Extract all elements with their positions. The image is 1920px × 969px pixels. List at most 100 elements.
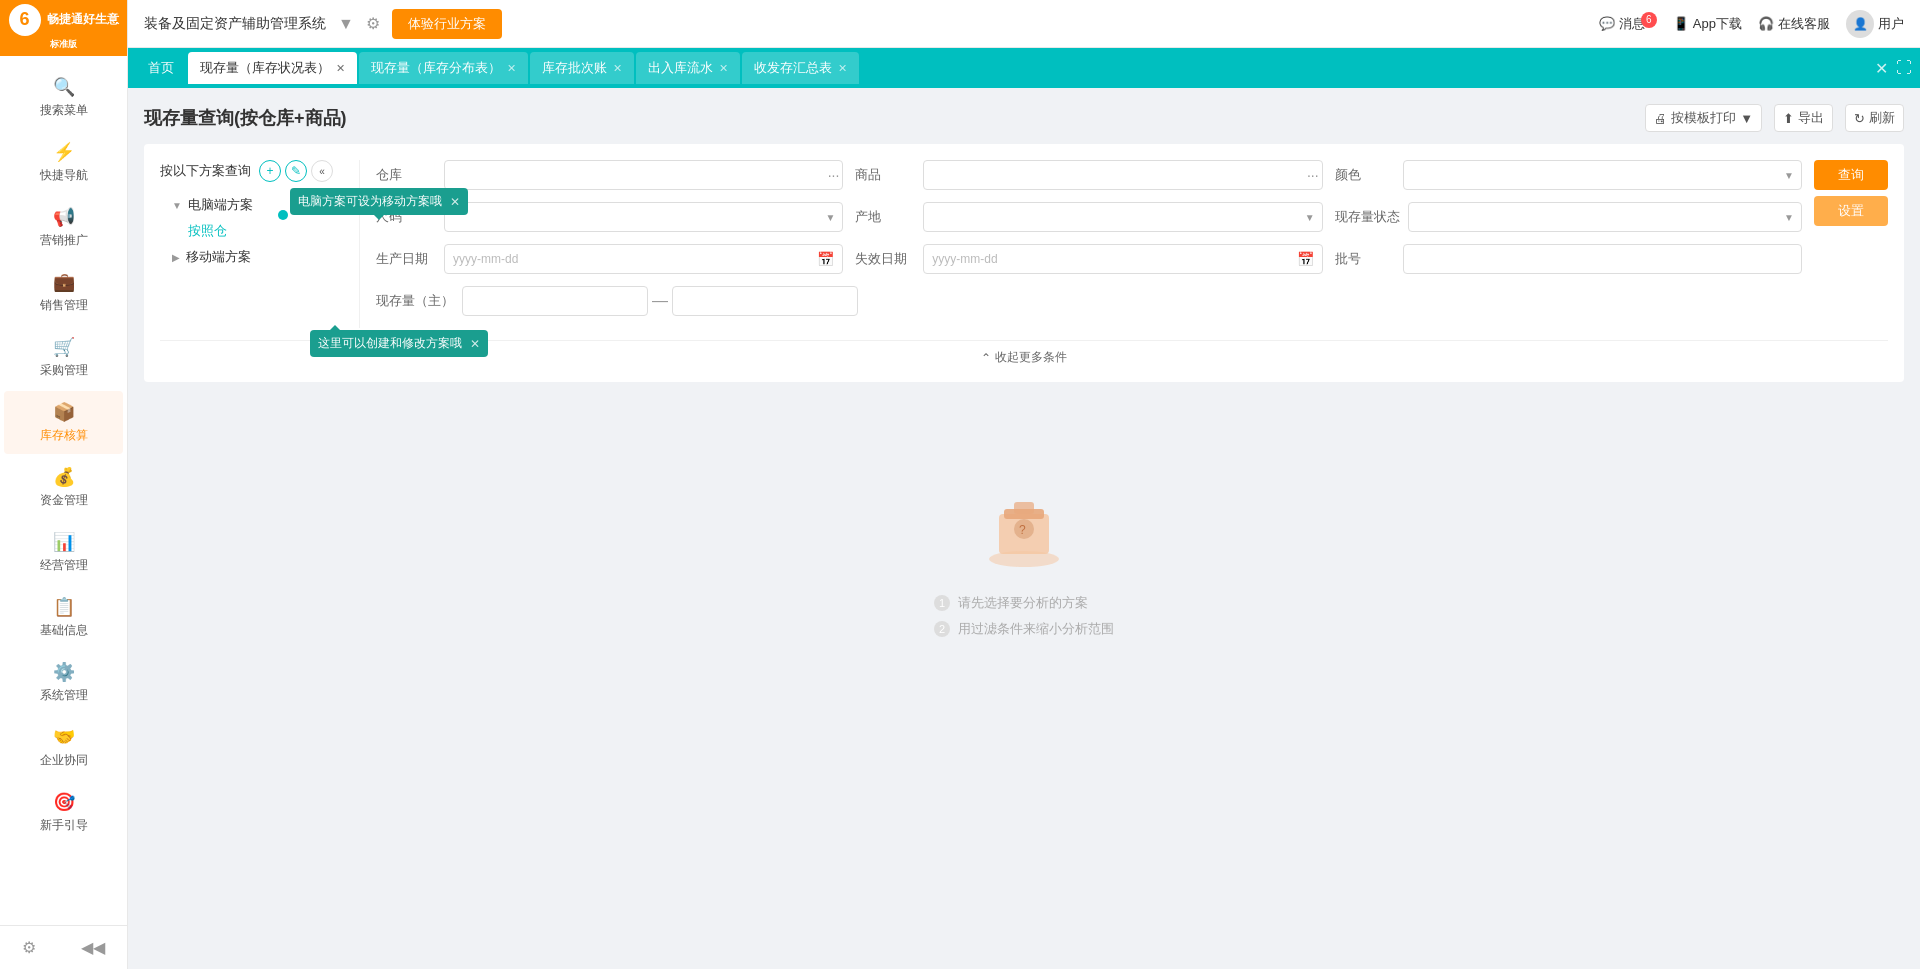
quantity-min[interactable]: [462, 286, 648, 316]
tab-receive-summary[interactable]: 收发存汇总表 ✕: [742, 52, 859, 84]
batch-no-input[interactable]: [1403, 244, 1802, 274]
tab-receive-summary-label: 收发存汇总表: [754, 59, 832, 77]
collapse-sidebar-icon[interactable]: ◀◀: [81, 938, 105, 957]
basic-icon: 📋: [53, 596, 75, 618]
scheme-item-sub[interactable]: 按照仓: [184, 220, 347, 242]
sidebar-item-enterprise[interactable]: 🤝 企业协同: [4, 716, 123, 779]
expire-date-start[interactable]: yyyy-mm-dd 📅: [923, 244, 1322, 274]
color-select[interactable]: [1403, 160, 1802, 190]
sidebar-item-newbie[interactable]: 🎯 新手引导: [4, 781, 123, 844]
quantity-max[interactable]: [672, 286, 858, 316]
product-select-wrap: ···: [923, 160, 1322, 190]
tab-inventory-dist-label: 现存量（库存分布表）: [371, 59, 501, 77]
edit-tooltip-close[interactable]: ✕: [470, 337, 480, 351]
tab-inventory-dist-close[interactable]: ✕: [507, 62, 516, 75]
sidebar-item-operation[interactable]: 📊 经营管理: [4, 521, 123, 584]
tab-inventory-dist[interactable]: 现存量（库存分布表） ✕: [359, 52, 528, 84]
tab-bar: 首页 现存量（库存状况表） ✕ 现存量（库存分布表） ✕ 库存批次账 ✕ 出入库…: [128, 48, 1920, 88]
scheme-item-mobile[interactable]: ▶ 移动端方案: [168, 246, 347, 268]
sidebar-item-basic[interactable]: 📋 基础信息: [4, 586, 123, 649]
support-label: 在线客服: [1778, 15, 1830, 33]
sales-icon: 💼: [53, 271, 75, 293]
color-label: 颜色: [1335, 166, 1395, 184]
tip-num-2: 2: [934, 621, 950, 637]
origin-select-wrap: ▼: [923, 202, 1322, 232]
edit-tooltip-text: 这里可以创建和修改方案哦: [318, 335, 462, 352]
expire-date-start-calendar[interactable]: 📅: [1297, 251, 1314, 267]
add-scheme-btn[interactable]: +: [259, 160, 281, 182]
print-icon: 🖨: [1654, 111, 1667, 126]
tab-batch-account-close[interactable]: ✕: [613, 62, 622, 75]
purchase-icon: 🛒: [53, 336, 75, 358]
filter-row-2: 尺码 ▼ 产地: [376, 202, 1802, 232]
edit-scheme-btn[interactable]: ✎: [285, 160, 307, 182]
produce-date-start-calendar[interactable]: 📅: [817, 251, 834, 267]
system-selector-icon[interactable]: ▼: [338, 15, 354, 33]
message-item[interactable]: 💬 消息 6: [1599, 15, 1657, 33]
size-select[interactable]: [444, 202, 843, 232]
sidebar-item-purchase[interactable]: 🛒 采购管理: [4, 326, 123, 389]
refresh-btn[interactable]: ↻ 刷新: [1845, 104, 1904, 132]
tab-inventory-status-close[interactable]: ✕: [336, 62, 345, 75]
scheme-arrow-mobile: ▶: [172, 252, 180, 263]
product-dots[interactable]: ···: [1307, 167, 1319, 183]
sidebar-item-search[interactable]: 🔍 搜索菜单: [4, 66, 123, 129]
print-btn[interactable]: 🖨 按模板打印 ▼: [1645, 104, 1762, 132]
app-label: App下载: [1693, 15, 1742, 33]
collapse-icon: ⌃: [981, 351, 991, 365]
tab-close-all-icon[interactable]: ✕: [1875, 59, 1888, 78]
sidebar-item-finance[interactable]: 💰 资金管理: [4, 456, 123, 519]
filter-produce-date: 生产日期 yyyy-mm-dd 📅: [376, 244, 843, 274]
sidebar-item-inventory[interactable]: 📦 库存核算: [4, 391, 123, 454]
origin-select[interactable]: [923, 202, 1322, 232]
empty-tip-1: 1 请先选择要分析的方案: [934, 590, 1114, 616]
expire-date-label: 失效日期: [855, 250, 915, 268]
filter-row-1: 仓库 ··· 商品 ···: [376, 160, 1802, 190]
empty-state: ? 1 请先选择要分析的方案 2 用过滤条件来缩小分析范围: [144, 394, 1904, 722]
empty-tips: 1 请先选择要分析的方案 2 用过滤条件来缩小分析范围: [934, 590, 1114, 642]
user-item[interactable]: 👤 用户: [1846, 10, 1904, 38]
tab-maximize-icon[interactable]: ⛶: [1896, 59, 1912, 77]
sidebar-label-operation: 经营管理: [40, 557, 88, 574]
filter-stock-status: 现存量状态 ▼: [1335, 202, 1802, 232]
stock-status-select-wrap: ▼: [1408, 202, 1802, 232]
search-btn[interactable]: 查询: [1814, 160, 1888, 190]
size-select-wrap: ▼: [444, 202, 843, 232]
support-item[interactable]: 🎧 在线客服: [1758, 15, 1830, 33]
stock-status-select[interactable]: [1408, 202, 1802, 232]
tab-receive-summary-close[interactable]: ✕: [838, 62, 847, 75]
sidebar-item-sales[interactable]: 💼 销售管理: [4, 261, 123, 324]
warehouse-label: 仓库: [376, 166, 436, 184]
reset-btn[interactable]: 设置: [1814, 196, 1888, 226]
warehouse-dots[interactable]: ···: [828, 167, 840, 183]
tab-batch-account[interactable]: 库存批次账 ✕: [530, 52, 634, 84]
settings-bottom-icon[interactable]: ⚙: [22, 938, 36, 957]
scheme-tooltip-close[interactable]: ✕: [450, 195, 460, 209]
back-scheme-btn[interactable]: «: [311, 160, 333, 182]
sidebar: 6 畅捷通好生意 标准版 🔍 搜索菜单 ⚡ 快捷导航 📢 营销推广 💼 销售管理…: [0, 0, 128, 969]
tab-inout-flow-close[interactable]: ✕: [719, 62, 728, 75]
product-input[interactable]: [923, 160, 1322, 190]
filter-header-label: 按以下方案查询: [160, 162, 251, 180]
filter-color: 颜色 ▼: [1335, 160, 1802, 190]
warehouse-input[interactable]: [444, 160, 843, 190]
export-btn[interactable]: ⬆ 导出: [1774, 104, 1833, 132]
industry-btn[interactable]: 体验行业方案: [392, 9, 502, 39]
settings-icon[interactable]: ⚙: [366, 14, 380, 33]
main-area: 装备及固定资产辅助管理系统 ▼ ⚙ 体验行业方案 💬 消息 6 📱 App下载 …: [128, 0, 1920, 969]
app-download-item[interactable]: 📱 App下载: [1673, 15, 1742, 33]
sidebar-label-finance: 资金管理: [40, 492, 88, 509]
sidebar-item-marketing[interactable]: 📢 营销推广: [4, 196, 123, 259]
scheme-sub-label: 按照仓: [188, 222, 227, 240]
filter-header: 按以下方案查询 + ✎ «: [160, 160, 347, 182]
tab-inout-flow[interactable]: 出入库流水 ✕: [636, 52, 740, 84]
tab-inventory-status-label: 现存量（库存状况表）: [200, 59, 330, 77]
tab-inventory-status[interactable]: 现存量（库存状况表） ✕: [188, 52, 357, 84]
tab-home[interactable]: 首页: [136, 52, 186, 84]
tip-num-1: 1: [934, 595, 950, 611]
produce-date-start[interactable]: yyyy-mm-dd 📅: [444, 244, 843, 274]
sidebar-item-system[interactable]: ⚙️ 系统管理: [4, 651, 123, 714]
enterprise-icon: 🤝: [53, 726, 75, 748]
color-select-wrap: ▼: [1403, 160, 1802, 190]
sidebar-item-quick[interactable]: ⚡ 快捷导航: [4, 131, 123, 194]
